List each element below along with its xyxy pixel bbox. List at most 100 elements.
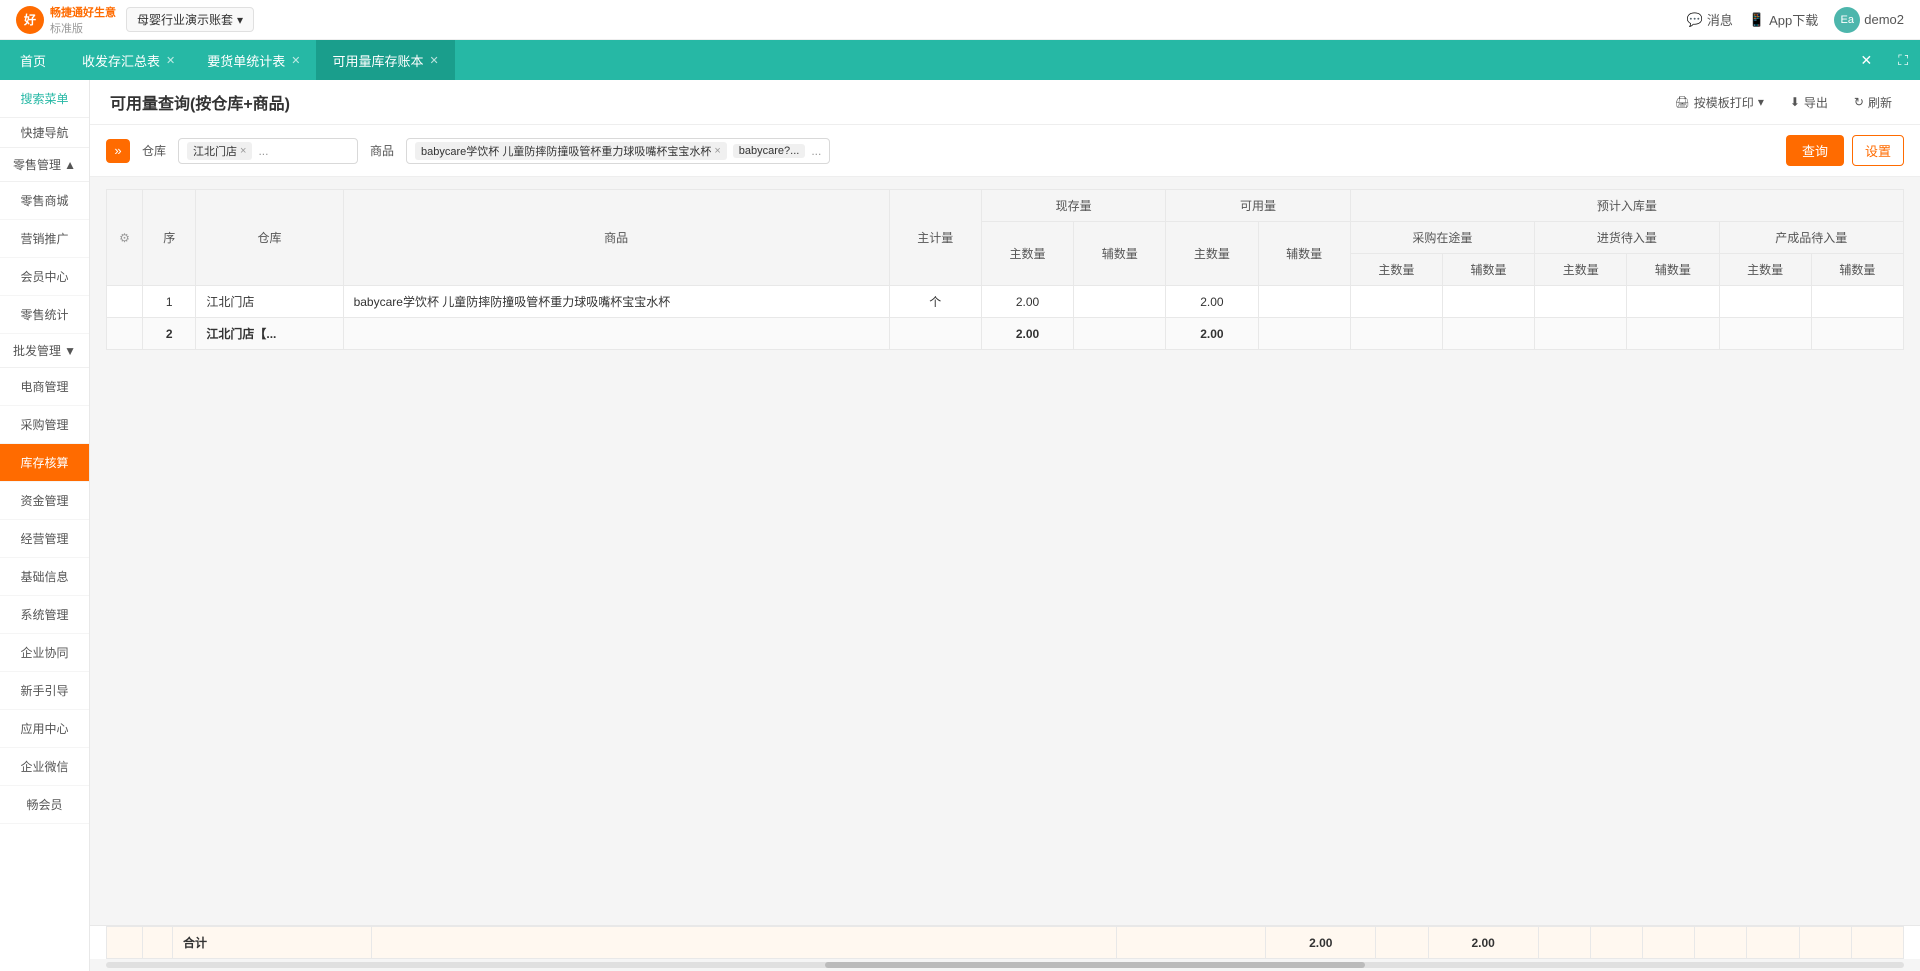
warehouse-tag: 江北门店 × xyxy=(187,142,252,160)
col-goods-in-main: 主数量 xyxy=(1535,254,1627,286)
logo-area: 好 畅捷通好生意 标准版 xyxy=(16,4,116,36)
col-available-aux: 辅数量 xyxy=(1258,222,1350,286)
sidebar-item-enterprise[interactable]: 企业协同 xyxy=(0,634,89,672)
tab-order-stats[interactable]: 要货单统计表 ✕ xyxy=(191,40,316,80)
col-stock-group: 现存量 xyxy=(981,190,1165,222)
table-footer: 合计 2.00 2.00 xyxy=(90,925,1920,959)
close-tab-order-stats[interactable]: ✕ xyxy=(291,54,300,67)
sidebar-quick-nav[interactable]: 快捷导航 xyxy=(0,118,89,148)
col-production-group: 产成品待入量 xyxy=(1719,222,1903,254)
col-no: 序 xyxy=(143,190,196,286)
table-row-subtotal: 2 江北门店【... 2.00 2.00 xyxy=(107,318,1904,350)
close-all-tabs-btn[interactable]: ✕ xyxy=(1846,52,1886,69)
refresh-btn[interactable]: ↻ 刷新 xyxy=(1846,91,1900,114)
sidebar-item-finance[interactable]: 资金管理 xyxy=(0,482,89,520)
remove-product-tag-1[interactable]: × xyxy=(714,145,720,157)
chevron-icon2: ▼ xyxy=(64,344,76,358)
horizontal-scrollbar[interactable] xyxy=(106,962,1904,968)
app-download-btn[interactable]: 📱 App下载 xyxy=(1749,10,1818,29)
close-tab-available-stock[interactable]: ✕ xyxy=(430,54,439,67)
print-chevron-icon: ▾ xyxy=(1758,95,1764,109)
sidebar-item-basics[interactable]: 基础信息 xyxy=(0,558,89,596)
print-btn[interactable]: 🖨 按模板打印 ▾ xyxy=(1667,91,1772,114)
col-stock-main: 主数量 xyxy=(981,222,1073,286)
col-product: 商品 xyxy=(343,190,889,286)
table-area: ⚙ 序 仓库 商品 主计量 现存量 可用量 预计入库量 主数量 辅数量 主数量 xyxy=(90,177,1920,913)
app-icon: 📱 xyxy=(1749,12,1765,28)
top-bar-right: 💬 消息 📱 App下载 Ea demo2 xyxy=(1687,7,1904,33)
page-header: 可用量查询(按仓库+商品) 🖨 按模板打印 ▾ ⬇ 导出 ↻ 刷新 xyxy=(90,80,1920,125)
col-warehouse: 仓库 xyxy=(196,190,343,286)
top-bar: 好 畅捷通好生意 标准版 母婴行业演示账套 ▾ 💬 消息 📱 App下载 Ea … xyxy=(0,0,1920,40)
col-purchase-group: 采购在途量 xyxy=(1350,222,1534,254)
sidebar-item-appstore[interactable]: 应用中心 xyxy=(0,710,89,748)
settings-btn[interactable]: 设置 xyxy=(1852,135,1904,166)
sidebar-item-member[interactable]: 会员中心 xyxy=(0,258,89,296)
page-actions: 🖨 按模板打印 ▾ ⬇ 导出 ↻ 刷新 xyxy=(1667,91,1900,114)
warehouse-filter[interactable]: 江北门店 × ... xyxy=(178,138,358,164)
chevron-down-icon: ▾ xyxy=(237,13,243,27)
sidebar-item-operations[interactable]: 经营管理 xyxy=(0,520,89,558)
remove-warehouse-tag[interactable]: × xyxy=(240,145,246,157)
close-tab-stock-summary[interactable]: ✕ xyxy=(166,54,175,67)
filter-area: » 仓库 江北门店 × ... 商品 babycare学饮杯 儿童防摔防撞吸管杯… xyxy=(90,125,1920,177)
data-table: ⚙ 序 仓库 商品 主计量 现存量 可用量 预计入库量 主数量 辅数量 主数量 xyxy=(106,189,1904,350)
top-bar-left: 好 畅捷通好生意 标准版 母婴行业演示账套 ▾ xyxy=(16,4,254,36)
col-purchase-aux: 辅数量 xyxy=(1442,254,1534,286)
col-goods-in-aux: 辅数量 xyxy=(1627,254,1719,286)
scrollbar-thumb xyxy=(825,962,1364,968)
tab-stock-summary[interactable]: 收发存汇总表 ✕ xyxy=(66,40,191,80)
product-filter-dots[interactable]: ... xyxy=(811,144,821,158)
footer-table: 合计 2.00 2.00 xyxy=(106,926,1904,959)
chevron-icon: ▲ xyxy=(64,158,76,172)
layout: 搜索菜单 快捷导航 零售管理 ▲ 零售商城 营销推广 会员中心 零售统计 批发管… xyxy=(0,80,1920,971)
tab-available-stock[interactable]: 可用量库存账本 ✕ xyxy=(316,40,454,80)
sidebar-item-marketing[interactable]: 营销推广 xyxy=(0,220,89,258)
nav-tabs: 首页 收发存汇总表 ✕ 要货单统计表 ✕ 可用量库存账本 ✕ ✕ ⛶ xyxy=(0,40,1920,80)
logo-icon: 好 xyxy=(16,6,44,34)
sidebar-item-member2[interactable]: 畅会员 xyxy=(0,786,89,824)
tab-home[interactable]: 首页 xyxy=(0,40,66,80)
warehouse-label: 仓库 xyxy=(142,142,166,159)
col-unit: 主计量 xyxy=(889,190,981,286)
sidebar-item-system[interactable]: 系统管理 xyxy=(0,596,89,634)
col-available-main: 主数量 xyxy=(1166,222,1258,286)
message-icon: 💬 xyxy=(1687,12,1703,28)
sidebar-item-wholesale-mgmt[interactable]: 批发管理 ▼ xyxy=(0,334,89,368)
sidebar-item-inventory[interactable]: 库存核算 xyxy=(0,444,89,482)
message-btn[interactable]: 💬 消息 xyxy=(1687,10,1733,29)
sidebar-search[interactable]: 搜索菜单 xyxy=(0,80,89,118)
product-tag-2: babycare?... xyxy=(733,144,806,158)
product-label: 商品 xyxy=(370,142,394,159)
sidebar-item-purchase[interactable]: 采购管理 xyxy=(0,406,89,444)
query-btn[interactable]: 查询 xyxy=(1786,135,1844,166)
product-filter[interactable]: babycare学饮杯 儿童防摔防撞吸管杯重力球吸嘴杯宝宝水杯 × babyca… xyxy=(406,138,830,164)
sidebar-item-retail-mgmt[interactable]: 零售管理 ▲ xyxy=(0,148,89,182)
sidebar-item-wechat[interactable]: 企业微信 xyxy=(0,748,89,786)
col-goods-in-group: 进货待入量 xyxy=(1535,222,1719,254)
expand-tabs-btn[interactable]: ⛶ xyxy=(1886,52,1920,69)
sidebar-item-guide[interactable]: 新手引导 xyxy=(0,672,89,710)
scrollbar-area xyxy=(90,959,1920,971)
export-btn[interactable]: ⬇ 导出 xyxy=(1782,91,1836,114)
sidebar-item-retail-stats[interactable]: 零售统计 xyxy=(0,296,89,334)
sidebar-item-retail-mall[interactable]: 零售商城 xyxy=(0,182,89,220)
col-production-aux: 辅数量 xyxy=(1811,254,1903,286)
logo-text: 畅捷通好生意 标准版 xyxy=(50,4,116,36)
user-menu[interactable]: Ea demo2 xyxy=(1834,7,1904,33)
footer-row: 合计 2.00 2.00 xyxy=(107,927,1904,959)
col-stock-aux: 辅数量 xyxy=(1074,222,1166,286)
sidebar-item-ecommerce[interactable]: 电商管理 xyxy=(0,368,89,406)
sidebar: 搜索菜单 快捷导航 零售管理 ▲ 零售商城 营销推广 会员中心 零售统计 批发管… xyxy=(0,80,90,971)
refresh-icon: ↻ xyxy=(1854,95,1864,109)
col-incoming-group: 预计入库量 xyxy=(1350,190,1903,222)
filter-expand-btn[interactable]: » xyxy=(106,139,130,163)
table-row: 1 江北门店 babycare学饮杯 儿童防摔防撞吸管杯重力球吸嘴杯宝宝水杯 个… xyxy=(107,286,1904,318)
col-available-group: 可用量 xyxy=(1166,190,1350,222)
store-selector[interactable]: 母婴行业演示账套 ▾ xyxy=(126,7,254,32)
page-title: 可用量查询(按仓库+商品) xyxy=(110,90,290,114)
warehouse-filter-dots[interactable]: ... xyxy=(258,144,268,158)
col-settings: ⚙ xyxy=(107,190,143,286)
filter-actions: 查询 设置 xyxy=(1786,135,1904,166)
gear-icon[interactable]: ⚙ xyxy=(119,231,130,245)
